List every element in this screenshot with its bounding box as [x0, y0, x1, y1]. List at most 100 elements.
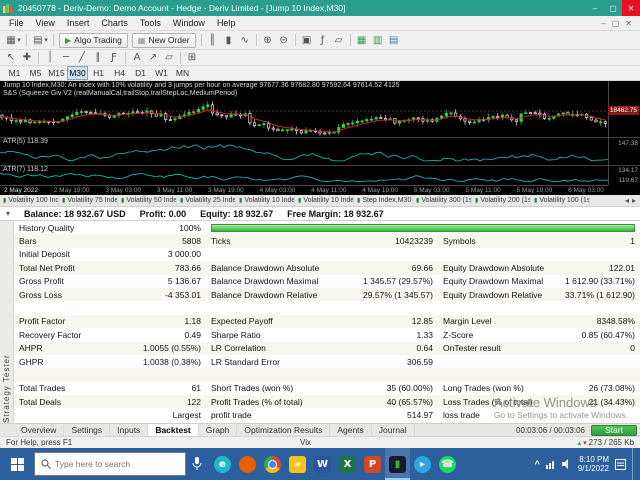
market-watch-icon[interactable]: ▦: [354, 33, 370, 47]
timeframe-d1[interactable]: D1: [130, 66, 151, 80]
windows-start-button[interactable]: [0, 448, 34, 480]
close-button[interactable]: ✕: [622, 0, 640, 16]
algo-trading-button[interactable]: ▶ Algo Trading: [59, 32, 128, 48]
pane-separator[interactable]: [0, 165, 640, 166]
bars-chart-icon[interactable]: ║: [205, 33, 221, 47]
chevron-up-icon[interactable]: ^: [535, 459, 540, 469]
firefox-icon[interactable]: [235, 448, 260, 480]
chart-tab[interactable]: ▮ Step Index,M30: [354, 195, 413, 206]
excel-icon[interactable]: X: [335, 448, 360, 480]
zoom-out-icon[interactable]: ⊖: [276, 33, 292, 47]
taskbar-clock[interactable]: 8:10 PM 9/1/2022: [578, 455, 609, 473]
menu-item-view[interactable]: View: [30, 18, 61, 28]
word-icon[interactable]: W: [310, 448, 335, 480]
action-center-icon[interactable]: [615, 458, 626, 470]
expand-icon[interactable]: ▾: [6, 209, 10, 218]
pane-separator[interactable]: [0, 137, 640, 138]
scroll-left-icon[interactable]: ◂: [625, 196, 629, 205]
whatsapp-icon[interactable]: ☎: [435, 448, 460, 480]
chart-tab[interactable]: ▮Volatility 10 Index,M30: [295, 195, 354, 206]
text-label-icon[interactable]: A: [129, 51, 145, 65]
powerpoint-icon[interactable]: P: [360, 448, 385, 480]
date-axis[interactable]: 2 May 2022 2 May 19:00 3 May 03:00 3 May 11…: [0, 185, 608, 195]
line-chart-icon[interactable]: ∿: [237, 33, 253, 47]
grid-icon[interactable]: ⊞: [184, 51, 200, 65]
tester-tab-agents[interactable]: Agents: [330, 424, 372, 436]
chart-tab[interactable]: ▮Volatility 100 Index,M1: [0, 195, 59, 206]
dropdown-icon[interactable]: ▾: [15, 33, 23, 47]
chart-tab[interactable]: ▮Volatility 200 (1s) Index,M30: [472, 195, 531, 206]
menu-item-insert[interactable]: Insert: [61, 18, 96, 28]
timeframe-m5[interactable]: M5: [25, 66, 46, 80]
minimize-button[interactable]: –: [586, 0, 604, 16]
timeframe-w1[interactable]: W1: [151, 66, 172, 80]
timeframe-h4[interactable]: H4: [109, 66, 130, 80]
menu-item-help[interactable]: Help: [211, 18, 242, 28]
timeframe-m15[interactable]: M15: [46, 66, 67, 80]
zoom-in-icon[interactable]: ⊕: [260, 33, 276, 47]
tester-tab-journal[interactable]: Journal: [372, 424, 415, 436]
timeframe-m1[interactable]: M1: [4, 66, 25, 80]
tester-tab-settings[interactable]: Settings: [64, 424, 111, 436]
date-label: 6 May 03:00: [568, 187, 604, 194]
chart-tab-icon: ▮: [357, 197, 361, 204]
candles-chart-icon[interactable]: ▮: [221, 33, 237, 47]
indicators-icon[interactable]: ƒ: [315, 33, 331, 47]
navigator-icon[interactable]: ▤: [386, 33, 402, 47]
vertical-line-icon[interactable]: │: [42, 51, 58, 65]
tester-tab-graph[interactable]: Graph: [199, 424, 238, 436]
chart-tab[interactable]: ▮Volatility 25 Index,M1: [177, 195, 236, 206]
objects-icon[interactable]: ▱: [331, 33, 347, 47]
chart-area[interactable]: Jump 10 Index,M30: An index with 10% vol…: [0, 81, 640, 195]
chart-tab[interactable]: ▮Volatility 10 Index,M1: [236, 195, 295, 206]
channel-icon[interactable]: ∥: [90, 51, 106, 65]
start-button[interactable]: Start: [591, 424, 637, 436]
chrome-icon[interactable]: [260, 448, 285, 480]
tester-side-strip[interactable]: Strategy Tester: [0, 221, 14, 423]
mdi-close-button[interactable]: ✕: [625, 19, 632, 28]
microphone-icon[interactable]: [186, 457, 208, 471]
menu-item-tools[interactable]: Tools: [134, 18, 167, 28]
tester-tab-inputs[interactable]: Inputs: [110, 424, 149, 436]
tester-tab-optimization-results[interactable]: Optimization Results: [237, 424, 331, 436]
search-input[interactable]: [55, 459, 173, 469]
dropdown-icon[interactable]: ▾: [42, 33, 50, 47]
chart-tab[interactable]: ▮Volatility 50 Index,M1: [118, 195, 177, 206]
network-icon[interactable]: [545, 459, 556, 469]
show-desktop-button[interactable]: [632, 448, 636, 480]
timeframe-m30[interactable]: M30: [67, 66, 88, 80]
chart-tab[interactable]: ▮Volatility 300 (1s) Index,M30: [413, 195, 472, 206]
menu-item-charts[interactable]: Charts: [95, 18, 134, 28]
table-value: 69.66: [411, 262, 433, 273]
horizontal-line-icon[interactable]: ─: [58, 51, 74, 65]
tester-tab-backtest[interactable]: Backtest: [148, 424, 199, 436]
taskbar-search[interactable]: [34, 452, 186, 476]
price-axis[interactable]: 18462.75 147.38 134.17 119.67: [607, 81, 640, 185]
volume-icon[interactable]: [561, 459, 572, 469]
tester-tab-overview[interactable]: Overview: [14, 424, 65, 436]
mdi-minimize-button[interactable]: –: [601, 19, 605, 28]
chart-tab[interactable]: ▮Volatility 75 Index,M30: [59, 195, 118, 206]
menu-item-window[interactable]: Window: [167, 18, 211, 28]
scroll-right-icon[interactable]: ▸: [632, 196, 636, 205]
data-window-icon[interactable]: ▥: [370, 33, 386, 47]
edge-icon[interactable]: e: [210, 448, 235, 480]
excel-icon-tile: X: [339, 455, 356, 473]
new-order-button[interactable]: ▦ New Order: [131, 32, 196, 48]
file-explorer-icon[interactable]: ▰: [285, 448, 310, 480]
timeframe-h1[interactable]: H1: [88, 66, 109, 80]
cursor-icon[interactable]: ↖: [3, 51, 19, 65]
arrow-object-icon[interactable]: ↗: [145, 51, 161, 65]
tile-windows-icon[interactable]: ▣: [299, 33, 315, 47]
crosshair-icon[interactable]: ✚: [19, 51, 35, 65]
telegram-icon[interactable]: ▸: [410, 448, 435, 480]
mdi-restore-button[interactable]: ▢: [612, 19, 620, 28]
maximize-button[interactable]: ▢: [604, 0, 622, 16]
fibonacci-icon[interactable]: Ƒ: [106, 51, 122, 65]
shapes-icon[interactable]: ▱: [161, 51, 177, 65]
timeframe-mn[interactable]: MN: [172, 66, 193, 80]
menu-item-file[interactable]: File: [3, 18, 30, 28]
trendline-icon[interactable]: ╱: [74, 51, 90, 65]
mt5-icon[interactable]: ▮: [385, 448, 410, 480]
chart-tab[interactable]: ▮Volatility 100 (1s) Index,M30: [531, 195, 590, 206]
